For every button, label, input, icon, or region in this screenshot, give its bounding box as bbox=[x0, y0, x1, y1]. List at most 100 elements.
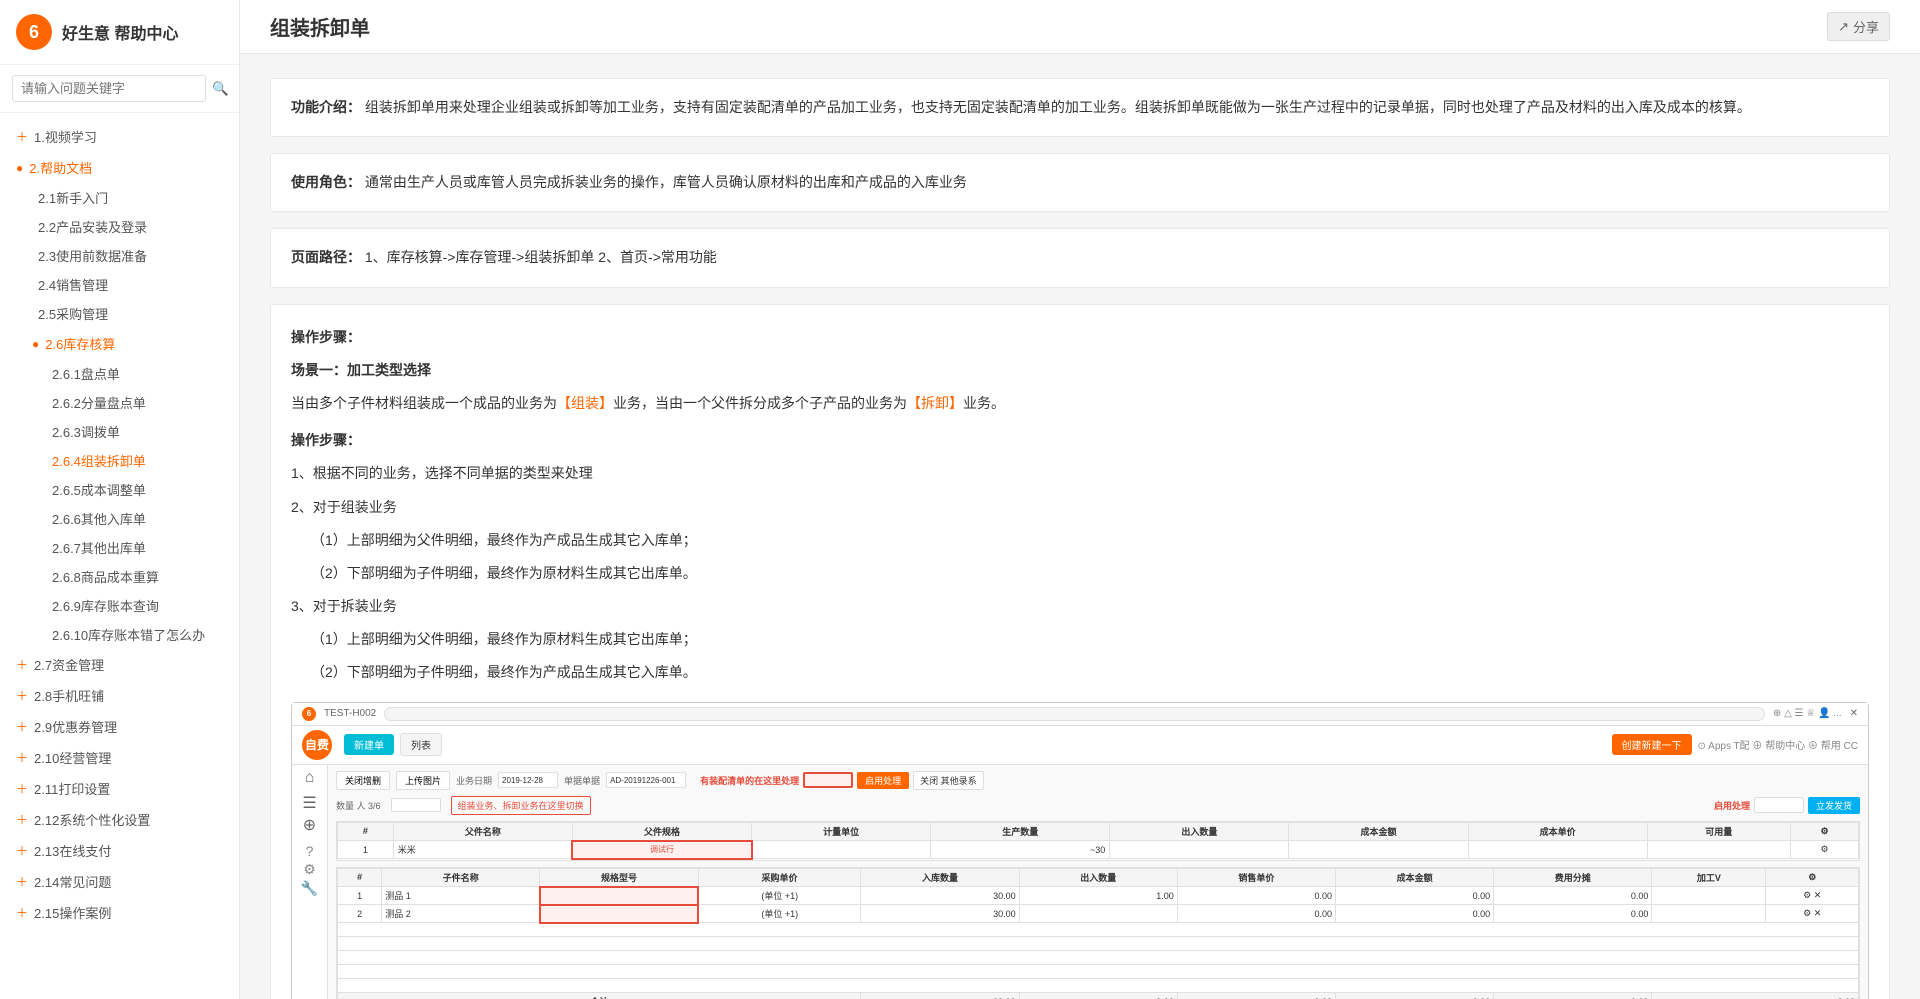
sidebar-item-video[interactable]: ＋ 1.视频学习 bbox=[0, 121, 239, 152]
path-block: 页面路径： 1、库存核算->库存管理->组装拆卸单 2、首页->常用功能 bbox=[270, 228, 1890, 287]
sidebar-item-install[interactable]: 2.2产品安装及登录 bbox=[0, 212, 239, 241]
sim-qty-input[interactable] bbox=[391, 798, 441, 812]
sim-btn-upload[interactable]: 上传图片 bbox=[396, 771, 450, 790]
step3: 3、对于拆装业务 bbox=[291, 594, 1869, 619]
sidebar-item-sales[interactable]: 2.4销售管理 bbox=[0, 270, 239, 299]
sidebar-item-stocktake[interactable]: 2.6.1盘点单 bbox=[0, 359, 239, 388]
sidebar-item-transfer[interactable]: 2.6.3调拨单 bbox=[0, 417, 239, 446]
sidebar-item-newbie[interactable]: 2.1新手入门 bbox=[0, 183, 239, 212]
btd-num2: 2 bbox=[338, 905, 382, 923]
sidebar-item-faq[interactable]: ＋ 2.14常见问题 bbox=[0, 866, 239, 897]
expand-icon: ＋ bbox=[16, 842, 28, 859]
btd-ca2: 0.00 bbox=[1336, 905, 1494, 923]
th-prod-qty: 生产数量 bbox=[931, 822, 1110, 841]
sidebar-item-stock-ledger[interactable]: 2.6.9库存账本查询 bbox=[0, 591, 239, 620]
close-btn[interactable]: ✕ bbox=[1850, 708, 1858, 719]
search-button[interactable]: 🔍 bbox=[212, 81, 229, 97]
scene1-desc: 当由多个子件材料组装成一个成品的业务为【组装】业务，当由一个父件拆分成多个子产品… bbox=[291, 391, 1869, 416]
sidebar-item-docs[interactable]: ● 2.帮助文档 bbox=[0, 152, 239, 183]
btd-inq1: 30.00 bbox=[861, 887, 1019, 905]
sim-tab-new[interactable]: 新建单 bbox=[344, 734, 394, 755]
sidebar-item-label: 1.视频学习 bbox=[34, 127, 97, 146]
sim-note4-text: 启用处理 bbox=[1714, 799, 1750, 812]
page-title: 组装拆卸单 bbox=[270, 12, 370, 41]
btd-spec2[interactable] bbox=[540, 905, 698, 923]
assemble-step1: （1）上部明细为父件明细，最终作为产成品生成其它入库单； bbox=[311, 528, 1869, 553]
intro-text: 组装拆卸单用来处理企业组装或拆卸等加工业务，支持有固定装配清单的产品加工业务，也… bbox=[365, 99, 1751, 115]
sim-note1-box[interactable] bbox=[803, 772, 853, 788]
share-button[interactable]: ↗ 分享 bbox=[1827, 12, 1890, 41]
sidebar: 6 好生意 帮助中心 🔍 ＋ 1.视频学习 ● 2.帮助文档 2.1新手入门 2… bbox=[0, 0, 240, 999]
sidebar-item-cases[interactable]: ＋ 2.15操作案例 bbox=[0, 897, 239, 928]
sidebar-item-mobile[interactable]: ＋ 2.8手机旺铺 bbox=[0, 680, 239, 711]
btable-row-6 bbox=[338, 965, 1859, 979]
sim-btn-close-edit[interactable]: 关闭增删 bbox=[336, 771, 390, 790]
search-input[interactable] bbox=[12, 75, 206, 102]
sim-no-input[interactable]: AD-20191226-001 bbox=[606, 772, 686, 788]
collapse-icon: ● bbox=[32, 337, 39, 351]
td-num: 1 bbox=[338, 841, 394, 859]
btd-act1[interactable]: ⚙ ✕ bbox=[1766, 887, 1859, 905]
sidebar-item-inventory[interactable]: ● 2.6库存核算 bbox=[0, 328, 239, 359]
sidebar-item-coupon[interactable]: ＋ 2.9优惠券管理 bbox=[0, 711, 239, 742]
td-act[interactable]: ⚙ bbox=[1790, 841, 1858, 859]
role-text: 通常由生产人员或库管人员完成拆装业务的操作，库管人员确认原材料的出库和产成品的入… bbox=[365, 174, 967, 190]
sidebar-item-purchase[interactable]: 2.5采购管理 bbox=[0, 299, 239, 328]
sidebar-item-other-in[interactable]: 2.6.6其他入库单 bbox=[0, 504, 239, 533]
ops-title: 操作步骤： bbox=[291, 329, 361, 345]
operations-block: 操作步骤： 场景一：加工类型选择 当由多个子件材料组装成一个成品的业务为【组装】… bbox=[270, 304, 1890, 999]
btd-fs1: 0.00 bbox=[1494, 887, 1652, 905]
sidebar-item-label: 2.8手机旺铺 bbox=[34, 686, 104, 705]
sidebar-item-assembly[interactable]: 2.6.4组装拆卸单 bbox=[0, 446, 239, 475]
sidebar-item-payment[interactable]: ＋ 2.13在线支付 bbox=[0, 835, 239, 866]
scene1-title: 场景一：加工类型选择 bbox=[291, 358, 1869, 383]
disassemble-step1: （1）上部明细为父件明细，最终作为原材料生成其它出库单； bbox=[311, 627, 1869, 652]
browser-url-text: TEST-H002 bbox=[324, 708, 376, 719]
main-area: 组装拆卸单 ↗ 分享 功能介绍： 组装拆卸单用来处理企业组装或拆卸等加工业务，支… bbox=[240, 0, 1920, 999]
sim-lower-area: 无固定清单可以直接在这里录入 # 子件名称 规格型号 bbox=[336, 867, 1860, 999]
sidebar-item-finance[interactable]: ＋ 2.7资金管理 bbox=[0, 649, 239, 680]
sim-note3-box[interactable]: 组装业务、拆卸业务在这里切换 bbox=[451, 796, 591, 815]
sim-icon-search: ⊕ bbox=[303, 815, 316, 835]
sim-tab-list[interactable]: 列表 bbox=[400, 733, 442, 756]
sim-qty-label: 数量 人 3/6 bbox=[336, 799, 381, 812]
expand-icon: ＋ bbox=[16, 687, 28, 704]
sidebar-item-partial-stock[interactable]: 2.6.2分量盘点单 bbox=[0, 388, 239, 417]
sim-dropdown-input[interactable] bbox=[1754, 797, 1804, 813]
sidebar-item-cost-recalc[interactable]: 2.6.8商品成本重算 bbox=[0, 562, 239, 591]
btd-sp2: 0.00 bbox=[1177, 905, 1335, 923]
sidebar-item-other-out[interactable]: 2.6.7其他出库单 bbox=[0, 533, 239, 562]
bth-num: # bbox=[338, 868, 382, 887]
sidebar-item-ops[interactable]: ＋ 2.10经营管理 bbox=[0, 742, 239, 773]
sim-process-btn[interactable]: 启用处理 bbox=[857, 772, 909, 789]
btable-row-5 bbox=[338, 951, 1859, 965]
role-label: 使用角色： bbox=[291, 174, 361, 190]
btd-inq2: 30.00 bbox=[861, 905, 1019, 923]
sim-icon-home: ⌂ bbox=[305, 769, 315, 787]
sim-orange-btn[interactable]: 创建新建一下 bbox=[1612, 734, 1692, 755]
sidebar-item-data-prep[interactable]: 2.3使用前数据准备 bbox=[0, 241, 239, 270]
search-bar[interactable]: 🔍 bbox=[0, 65, 239, 113]
th-cost-amt: 成本金额 bbox=[1289, 822, 1468, 841]
logo-icon: 6 bbox=[16, 14, 52, 50]
bth-buy-price: 采购单价 bbox=[698, 868, 861, 887]
td-spec-red[interactable]: 调试行 bbox=[572, 841, 751, 859]
sim-icon-tools: 🔧 bbox=[301, 880, 318, 897]
sidebar-item-label: 2.11打印设置 bbox=[34, 779, 110, 798]
btd-act2[interactable]: ⚙ ✕ bbox=[1766, 905, 1859, 923]
sidebar-item-print[interactable]: ＋ 2.11打印设置 bbox=[0, 773, 239, 804]
btd-spec1[interactable] bbox=[540, 887, 698, 905]
sim-enable-btn[interactable]: 立发发货 bbox=[1808, 797, 1860, 814]
btd-bp2: (单位 +1) bbox=[698, 905, 861, 923]
sim-toolbar: 关闭增删 上传图片 业务日期 2019-12-28 单据单据 AD-201912… bbox=[336, 771, 1860, 790]
btable-row-3 bbox=[338, 923, 1859, 937]
sidebar-item-personal[interactable]: ＋ 2.12系统个性化设置 bbox=[0, 804, 239, 835]
sidebar-item-cost-adj[interactable]: 2.6.5成本调整单 bbox=[0, 475, 239, 504]
sidebar-item-stock-fix[interactable]: 2.6.10库存账本错了怎么办 bbox=[0, 620, 239, 649]
browser-url-bar bbox=[384, 707, 1765, 721]
sim-lower-table-wrapper: # 子件名称 规格型号 采购单价 入库数量 出入数量 销售单价 成本金额 bbox=[336, 867, 1860, 999]
table-row: 1 米米 调试行 ~30 bbox=[338, 841, 1859, 859]
btable-row-7 bbox=[338, 979, 1859, 993]
sim-extra-btn[interactable]: 关闭 其他录系 bbox=[913, 771, 984, 790]
sim-date-input[interactable]: 2019-12-28 bbox=[498, 772, 558, 788]
